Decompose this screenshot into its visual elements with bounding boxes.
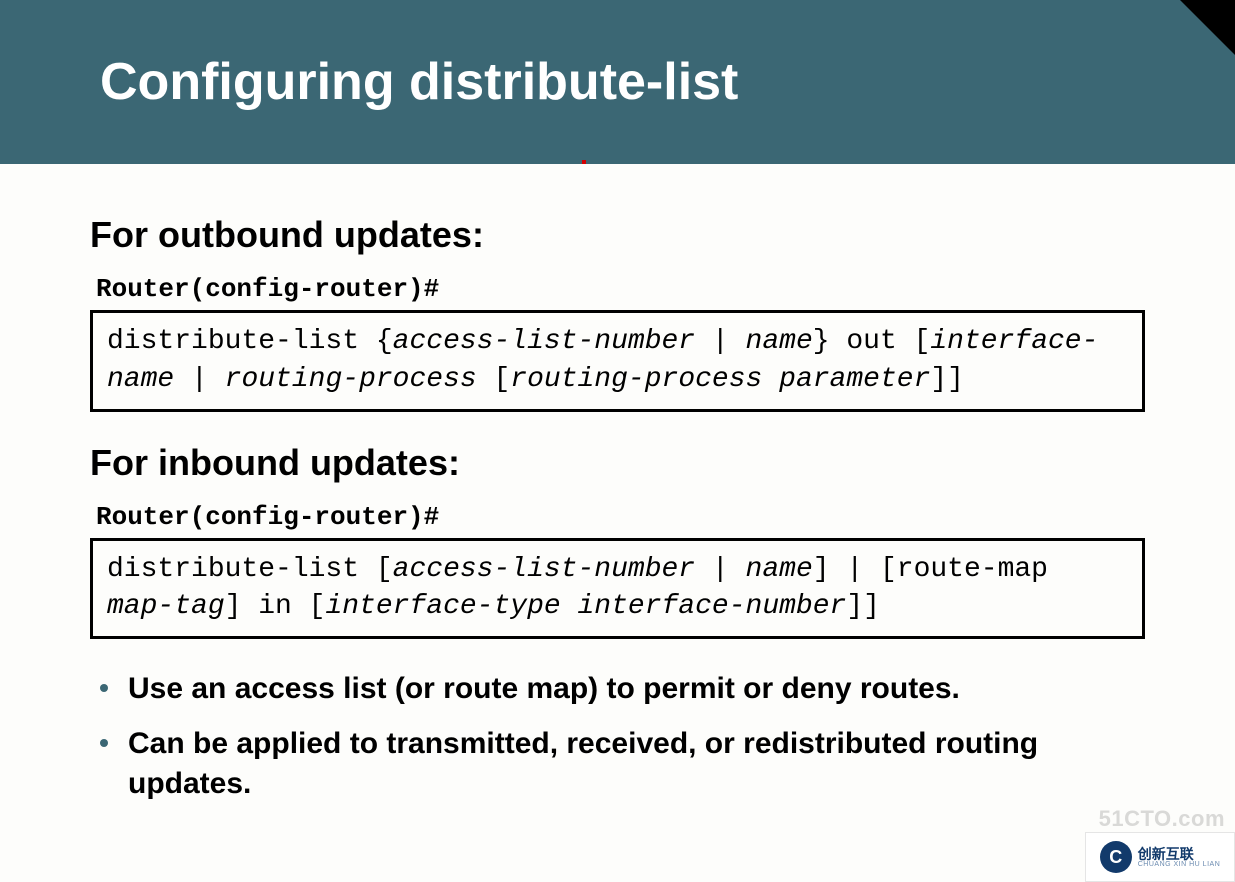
slide-content: For outbound updates: Router(config-rout… bbox=[0, 164, 1235, 805]
bullet-icon bbox=[100, 684, 108, 692]
code-text: | bbox=[695, 554, 745, 585]
code-param: routing-process bbox=[225, 364, 477, 395]
inbound-code-box: distribute-list [access-list-number | na… bbox=[90, 538, 1145, 640]
list-item: Use an access list (or route map) to per… bbox=[100, 669, 1145, 710]
code-text: ]] bbox=[846, 591, 880, 622]
logo-badge-icon: C bbox=[1100, 841, 1132, 873]
red-dot-marker bbox=[582, 160, 586, 164]
code-param: interface-type interface-number bbox=[325, 591, 846, 622]
code-text: ]] bbox=[930, 364, 964, 395]
code-text: [ bbox=[477, 364, 511, 395]
bullet-icon bbox=[100, 739, 108, 747]
code-param: map-tag bbox=[107, 591, 225, 622]
inbound-heading: For inbound updates: bbox=[90, 442, 1145, 484]
code-text: ] in [ bbox=[225, 591, 326, 622]
code-param: access-list-number bbox=[393, 326, 695, 357]
corner-decoration bbox=[1180, 0, 1235, 55]
code-text: | bbox=[174, 364, 224, 395]
code-param: access-list-number bbox=[393, 554, 695, 585]
outbound-prompt: Router(config-router)# bbox=[96, 274, 1145, 304]
code-text: } out [ bbox=[813, 326, 931, 357]
bullet-text: Use an access list (or route map) to per… bbox=[128, 669, 960, 710]
code-text: distribute-list { bbox=[107, 326, 393, 357]
code-param: name bbox=[746, 554, 813, 585]
code-param: routing-process parameter bbox=[510, 364, 930, 395]
slide-title: Configuring distribute-list bbox=[100, 52, 738, 112]
logo-en-text: CHUANG XIN HU LIAN bbox=[1138, 861, 1221, 868]
code-text: distribute-list [ bbox=[107, 554, 393, 585]
inbound-prompt: Router(config-router)# bbox=[96, 502, 1145, 532]
slide-header: Configuring distribute-list bbox=[0, 0, 1235, 164]
logo-letter: C bbox=[1109, 847, 1122, 868]
code-text: ] | [route-map bbox=[813, 554, 1048, 585]
logo-cn-text: 创新互联 bbox=[1138, 847, 1221, 861]
code-param: name bbox=[746, 326, 813, 357]
logo-text: 创新互联 CHUANG XIN HU LIAN bbox=[1138, 847, 1221, 868]
code-text: | bbox=[695, 326, 745, 357]
bullet-list: Use an access list (or route map) to per… bbox=[90, 669, 1145, 805]
watermark: 51CTO.com bbox=[1099, 806, 1225, 832]
outbound-heading: For outbound updates: bbox=[90, 214, 1145, 256]
list-item: Can be applied to transmitted, received,… bbox=[100, 724, 1145, 805]
outbound-code-box: distribute-list {access-list-number | na… bbox=[90, 310, 1145, 412]
bullet-text: Can be applied to transmitted, received,… bbox=[128, 724, 1145, 805]
brand-logo: C 创新互联 CHUANG XIN HU LIAN bbox=[1085, 832, 1235, 882]
